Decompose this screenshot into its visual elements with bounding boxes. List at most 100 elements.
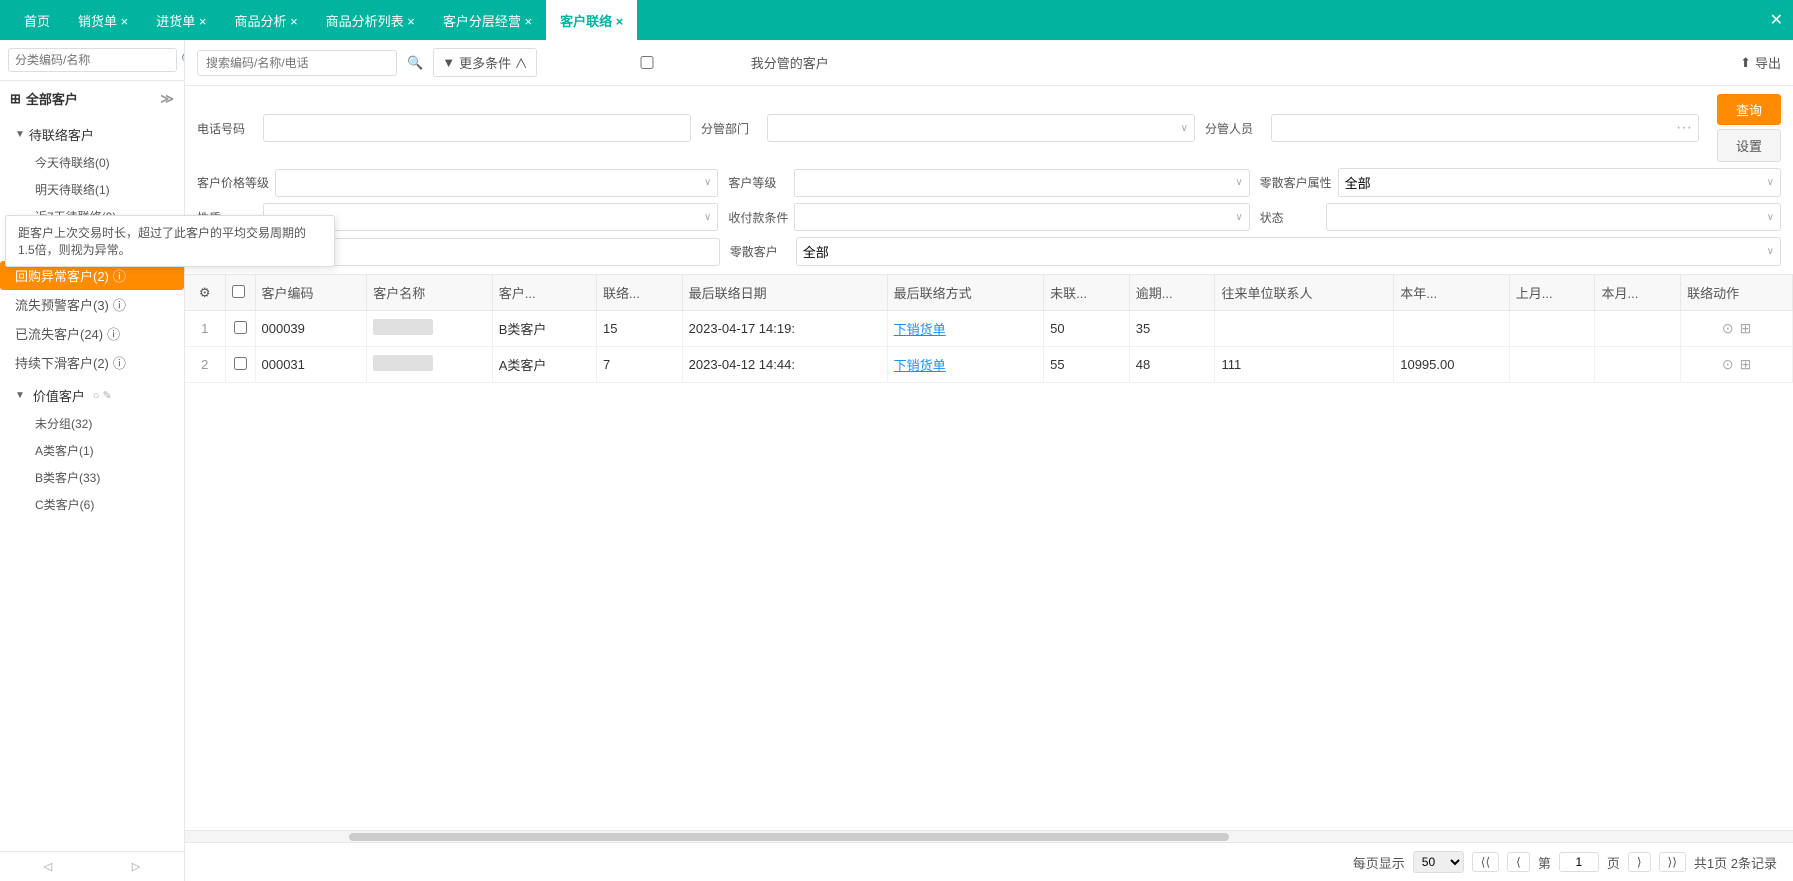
ellipsis-icon[interactable]: ···: [1676, 119, 1692, 137]
nav-customer-contact[interactable]: 客户联络 ×: [546, 0, 637, 40]
chevron-down-icon-6: ∨: [1235, 212, 1242, 223]
sidebar-search-input[interactable]: [8, 48, 177, 72]
price-level-select[interactable]: ∨: [275, 169, 718, 197]
contact-count-cell: 15: [597, 311, 683, 347]
b-class-customers[interactable]: B类客户(33): [10, 464, 184, 491]
nav-product-analysis-list[interactable]: 商品分析列表 ×: [312, 0, 429, 40]
last-method-cell: 下销货单: [887, 311, 1043, 347]
chat-action-icon-2[interactable]: ⊞: [1740, 356, 1752, 373]
status-select[interactable]: ∨: [1326, 203, 1781, 231]
retail-customer-label: 零散客户: [730, 243, 790, 260]
data-table-area: ⚙ 客户编码 客户名称 客户... 联络... 最后联络日期 最后联络方式 未联…: [185, 275, 1793, 830]
contact-count-column-header[interactable]: 联络...: [597, 275, 683, 311]
pending-contact-header[interactable]: ▼ 待联络客户: [0, 120, 184, 149]
action-cell-2: ⊙ ⊞: [1681, 347, 1793, 383]
nav-customer-tier[interactable]: 客户分层经营 ×: [429, 0, 546, 40]
nav-purchase[interactable]: 进货单 ×: [142, 0, 220, 40]
dept-select[interactable]: ∨: [767, 114, 1195, 142]
a-class-customers[interactable]: A类客户(1): [10, 437, 184, 464]
churn-warning[interactable]: 流失预警客户(3) ⓘ: [0, 290, 184, 319]
row-checkbox-2[interactable]: [234, 357, 247, 370]
select-all-checkbox[interactable]: [232, 285, 245, 298]
gear-column-header[interactable]: ⚙: [185, 275, 225, 311]
my-customers-checkbox-label[interactable]: 我分管的客户: [547, 53, 829, 72]
filter-grid: 电话号码 分管部门 ∨ 分管人员 ··· 查询 设置: [185, 86, 1793, 275]
this-year-cell: [1394, 311, 1510, 347]
contact-person-cell: 111: [1215, 347, 1394, 383]
this-year-column-header[interactable]: 本年...: [1394, 275, 1510, 311]
customer-code-cell: 000039: [255, 311, 367, 347]
nav-home[interactable]: 首页: [10, 0, 64, 40]
last-page-button[interactable]: ⟩⟩: [1659, 852, 1686, 872]
sidebar-collapse-icon[interactable]: ≫: [160, 91, 174, 107]
last-method-link-2[interactable]: 下销货单: [894, 358, 946, 373]
name-column-header[interactable]: 客户名称: [367, 275, 492, 311]
last-date-column-header[interactable]: 最后联络日期: [682, 275, 887, 311]
value-customer-header[interactable]: ▼ 价值客户 ○ ✎: [0, 381, 184, 410]
contact-person-column-header[interactable]: 往来单位联系人: [1215, 275, 1394, 311]
edit-icon[interactable]: ○ ✎: [93, 389, 112, 402]
prev-page-button[interactable]: ⟨: [1507, 852, 1530, 872]
last-method-link[interactable]: 下销货单: [894, 322, 946, 337]
manager-input[interactable]: ···: [1271, 114, 1699, 142]
first-page-button[interactable]: ⟨⟨: [1472, 852, 1499, 872]
phone-input[interactable]: [263, 114, 691, 142]
customer-level-label: 客户等级: [728, 174, 788, 191]
action-cell: ⊙ ⊞: [1681, 311, 1793, 347]
sidebar-search-area: 🔍: [0, 40, 184, 81]
today-pending[interactable]: 今天待联络(0): [10, 149, 184, 176]
next-page-button[interactable]: ⟩: [1628, 852, 1651, 872]
retail-attr-select[interactable]: 全部 ∨: [1338, 168, 1781, 197]
total-pages-label: 页: [1607, 853, 1620, 872]
retail-attr-label: 零散客户属性: [1260, 174, 1332, 191]
retail-customer-select[interactable]: 全部 ∨: [796, 237, 1781, 266]
more-conditions-button[interactable]: ▼ 更多条件 ∧: [433, 48, 537, 77]
sidebar-scroll-left[interactable]: ◁: [44, 860, 52, 873]
uncontact-column-header[interactable]: 未联...: [1044, 275, 1130, 311]
this-month-column-header[interactable]: 本月...: [1595, 275, 1681, 311]
last-method-column-header[interactable]: 最后联络方式: [887, 275, 1043, 311]
my-customers-checkbox[interactable]: [547, 56, 747, 69]
overdue-column-header[interactable]: 逾期...: [1129, 275, 1215, 311]
window-close-button[interactable]: ✕: [1770, 10, 1783, 30]
status-field: 状态 ∨: [1260, 203, 1781, 231]
c-class-customers[interactable]: C类客户(6): [10, 491, 184, 518]
customer-level-select[interactable]: ∨: [794, 169, 1249, 197]
search-input[interactable]: [197, 50, 397, 76]
code-column-header[interactable]: 客户编码: [255, 275, 367, 311]
arrow-down-icon: ▼: [15, 129, 25, 140]
declining-customers[interactable]: 持续下滑客户(2) ⓘ: [0, 348, 184, 377]
chat-action-icon[interactable]: ⊞: [1740, 320, 1752, 337]
last-month-column-header[interactable]: 上月...: [1509, 275, 1595, 311]
export-button[interactable]: ⬆ 导出: [1740, 53, 1781, 72]
level-column-header[interactable]: 客户...: [492, 275, 596, 311]
nav-sales[interactable]: 销货单 ×: [64, 0, 142, 40]
sidebar-footer: ◁ ▷: [0, 851, 184, 881]
uncontact-cell: 50: [1044, 311, 1130, 347]
horizontal-scrollbar[interactable]: [185, 830, 1793, 842]
search-button[interactable]: 查询: [1717, 94, 1781, 125]
all-customers-header[interactable]: ⊞ 全部客户 ≫: [0, 81, 184, 116]
settings-button[interactable]: 设置: [1717, 129, 1781, 162]
page-number-input[interactable]: [1559, 852, 1599, 872]
churned-label: 已流失客户(24): [15, 324, 103, 343]
unclassified-customers[interactable]: 未分组(32): [10, 410, 184, 437]
row-checkbox[interactable]: [234, 321, 247, 334]
churned-customers[interactable]: 已流失客户(24) ⓘ: [0, 319, 184, 348]
link-action-icon[interactable]: ⊙: [1722, 320, 1734, 337]
chevron-down-icon-7: ∨: [1767, 212, 1774, 223]
nav-product-analysis[interactable]: 商品分析 ×: [220, 0, 311, 40]
sidebar-scroll-right[interactable]: ▷: [132, 860, 140, 873]
price-level-label: 客户价格等级: [197, 174, 269, 191]
payment-select[interactable]: ∨: [794, 203, 1249, 231]
value-customer-group: ▼ 价值客户 ○ ✎ 未分组(32) A类客户(1) B类客户(33) C类客户…: [0, 377, 184, 522]
dept-label: 分管部门: [701, 120, 761, 137]
per-page-select[interactable]: 10 20 50 100: [1413, 851, 1464, 873]
customer-type-select[interactable]: [286, 238, 720, 266]
row-number: 1: [185, 311, 225, 347]
scroll-thumb[interactable]: [349, 833, 1229, 841]
link-action-icon-2[interactable]: ⊙: [1722, 356, 1734, 373]
search-icon[interactable]: 🔍: [407, 55, 423, 71]
manager-label: 分管人员: [1205, 120, 1265, 137]
tomorrow-pending[interactable]: 明天待联络(1): [10, 176, 184, 203]
